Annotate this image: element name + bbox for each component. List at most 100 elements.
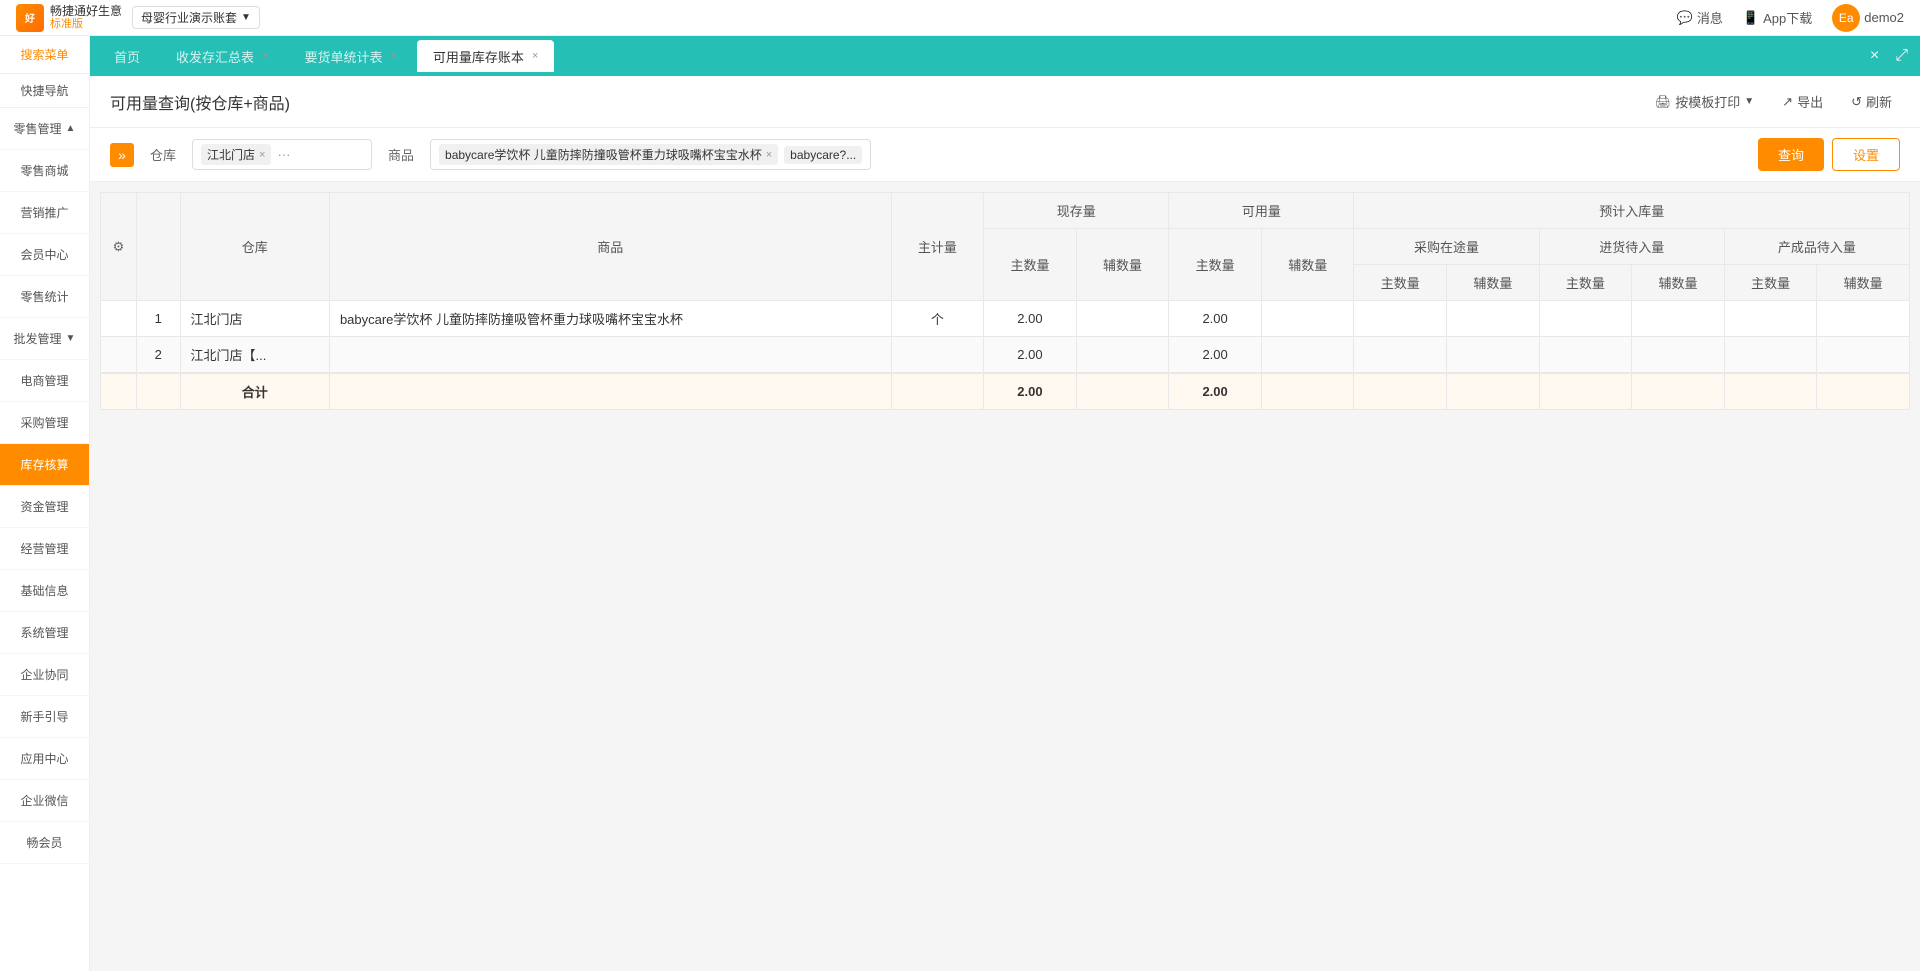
refresh-label: 刷新 — [1866, 92, 1892, 111]
tab-close-icon[interactable]: × — [262, 50, 268, 62]
sidebar-item-label: 零售统计 — [20, 288, 68, 305]
message-btn[interactable]: 💬 消息 — [1677, 8, 1723, 27]
brand-tag: 标准版 — [50, 18, 122, 31]
cell-index: 2 — [137, 337, 181, 374]
footer-purchase-transit-aux — [1447, 373, 1540, 410]
store-name: 母婴行业演示账套 — [141, 9, 237, 26]
sidebar-item-marketing[interactable]: 营销推广 — [0, 192, 89, 234]
sidebar-item-ecommerce[interactable]: 电商管理 — [0, 360, 89, 402]
sidebar-item-purchase[interactable]: 采购管理 — [0, 402, 89, 444]
sidebar-item-wholesale-mgmt[interactable]: 批发管理 ▼ — [0, 318, 89, 360]
column-settings-icon[interactable]: ⚙ — [113, 239, 125, 254]
product-tag-1: babycare学饮杯 儿童防摔防撞吸管杯重力球吸嘴杯宝宝水杯 × — [439, 144, 778, 165]
th-incoming: 进货待入量 — [1539, 229, 1724, 265]
maximize-icon[interactable]: ⤢ — [1891, 43, 1912, 69]
sidebar-item-retail-mgmt[interactable]: 零售管理 ▲ — [0, 108, 89, 150]
cell-purchase-transit-aux — [1447, 301, 1540, 337]
cell-incoming-aux — [1632, 301, 1725, 337]
sidebar-item-retail-mall[interactable]: 零售商城 — [0, 150, 89, 192]
filter-expand-btn[interactable]: » — [110, 143, 134, 167]
sidebar-item-label: 库存核算 — [20, 456, 68, 473]
footer-label: 合计 — [180, 373, 329, 410]
query-button[interactable]: 查询 — [1758, 138, 1824, 171]
table-container: ⚙ 仓库 商品 主计量 现存量 可用量 预计入库量 主数量 辅数 — [90, 192, 1920, 971]
settings-button[interactable]: 设置 — [1832, 138, 1900, 171]
product-tag-close-1[interactable]: × — [766, 149, 772, 161]
footer-incoming-main — [1539, 373, 1632, 410]
th-available-aux: 辅数量 — [1261, 229, 1354, 301]
tab-order-stats[interactable]: 要货单统计表 × — [288, 40, 412, 72]
filter-more-icon[interactable]: ··· — [277, 147, 290, 162]
tab-available-inventory[interactable]: 可用量库存账本 × — [417, 40, 554, 72]
sidebar-item-label: 资金管理 — [20, 498, 68, 515]
sidebar-item-label: 营销推广 — [20, 204, 68, 221]
sidebar-item-inventory[interactable]: 库存核算 — [0, 444, 89, 486]
th-product: 商品 — [329, 193, 891, 301]
product-input[interactable]: babycare学饮杯 儿童防摔防撞吸管杯重力球吸嘴杯宝宝水杯 × babyca… — [430, 139, 871, 170]
th-incoming-aux: 辅数量 — [1632, 265, 1725, 301]
phone-icon: 📱 — [1743, 10, 1759, 26]
user-menu[interactable]: Ea demo2 — [1832, 4, 1904, 32]
cell-available-aux — [1261, 301, 1354, 337]
cell-warehouse: 江北门店 — [180, 301, 329, 337]
print-btn[interactable]: 🖨 按模板打印 ▼ — [1647, 88, 1762, 115]
store-selector[interactable]: 母婴行业演示账套 ▼ — [132, 6, 260, 29]
sidebar-item-label: 企业协同 — [20, 666, 68, 683]
sidebar-item-enterprise-wechat[interactable]: 企业微信 — [0, 780, 89, 822]
sidebar-item-app-center[interactable]: 应用中心 — [0, 738, 89, 780]
arrow-icon: ▲ — [66, 123, 76, 134]
cell-index: 1 — [137, 301, 181, 337]
print-icon: 🖨 — [1655, 94, 1672, 110]
close-window-icon[interactable]: × — [1866, 43, 1883, 69]
th-settings[interactable]: ⚙ — [101, 193, 137, 301]
product-tag-value-2: babycare?... — [790, 148, 856, 162]
sidebar-item-finance[interactable]: 资金管理 — [0, 486, 89, 528]
sidebar-item-enterprise[interactable]: 企业协同 — [0, 654, 89, 696]
sidebar-quick-nav[interactable]: 快捷导航 — [0, 74, 89, 108]
app-download-btn[interactable]: 📱 App下载 — [1743, 8, 1812, 27]
export-label: 导出 — [1797, 92, 1823, 111]
sidebar-item-operation[interactable]: 经营管理 — [0, 528, 89, 570]
footer-purchase-transit-main — [1354, 373, 1447, 410]
sidebar-item-basic-info[interactable]: 基础信息 — [0, 570, 89, 612]
cell-settings — [101, 337, 137, 374]
top-bar: 好 畅捷通好生意 标准版 母婴行业演示账套 ▼ 💬 消息 📱 App下载 Ea … — [0, 0, 1920, 36]
th-production-aux: 辅数量 — [1817, 265, 1910, 301]
cell-incoming-main — [1539, 301, 1632, 337]
tab-receipt-summary[interactable]: 收发存汇总表 × — [160, 40, 284, 72]
th-unit: 主计量 — [891, 193, 984, 301]
app-download-label: App下载 — [1763, 8, 1812, 27]
product-tag-2: babycare?... — [784, 146, 862, 164]
avatar-initials: Ea — [1839, 11, 1854, 25]
sidebar-item-member[interactable]: 会员中心 — [0, 234, 89, 276]
sidebar-item-system[interactable]: 系统管理 — [0, 612, 89, 654]
sidebar-search[interactable]: 搜索菜单 — [0, 36, 89, 74]
refresh-btn[interactable]: ↺ 刷新 — [1843, 88, 1900, 115]
sidebar-item-label: 基础信息 — [20, 582, 68, 599]
sidebar-item-newbie[interactable]: 新手引导 — [0, 696, 89, 738]
cell-production-main — [1724, 337, 1817, 374]
sidebar-item-retail-stats[interactable]: 零售统计 — [0, 276, 89, 318]
tab-close-icon[interactable]: × — [390, 50, 396, 62]
cell-production-aux — [1817, 301, 1910, 337]
cell-production-aux — [1817, 337, 1910, 374]
filter-actions: 查询 设置 — [1758, 138, 1900, 171]
sidebar-item-label: 经营管理 — [20, 540, 68, 557]
warehouse-tag-close[interactable]: × — [259, 149, 265, 161]
th-purchase-transit-aux: 辅数量 — [1447, 265, 1540, 301]
footer-production-aux — [1817, 373, 1910, 410]
th-production: 产成品待入量 — [1724, 229, 1909, 265]
top-bar-left: 好 畅捷通好生意 标准版 母婴行业演示账套 ▼ — [16, 4, 260, 32]
warehouse-label: 仓库 — [150, 145, 176, 164]
th-warehouse: 仓库 — [180, 193, 329, 301]
tab-close-icon[interactable]: × — [532, 50, 538, 62]
avatar: Ea — [1832, 4, 1860, 32]
sidebar-item-member2[interactable]: 畅会员 — [0, 822, 89, 864]
sidebar-item-label: 系统管理 — [20, 624, 68, 641]
table-footer-row: 合计 2.00 2.00 — [101, 373, 1910, 410]
tab-home[interactable]: 首页 — [98, 40, 156, 72]
chevron-down-icon: ▼ — [241, 12, 251, 23]
export-btn[interactable]: ↗ 导出 — [1774, 88, 1831, 115]
th-available-main: 主数量 — [1169, 229, 1262, 301]
warehouse-input[interactable]: 江北门店 × ··· — [192, 139, 372, 170]
